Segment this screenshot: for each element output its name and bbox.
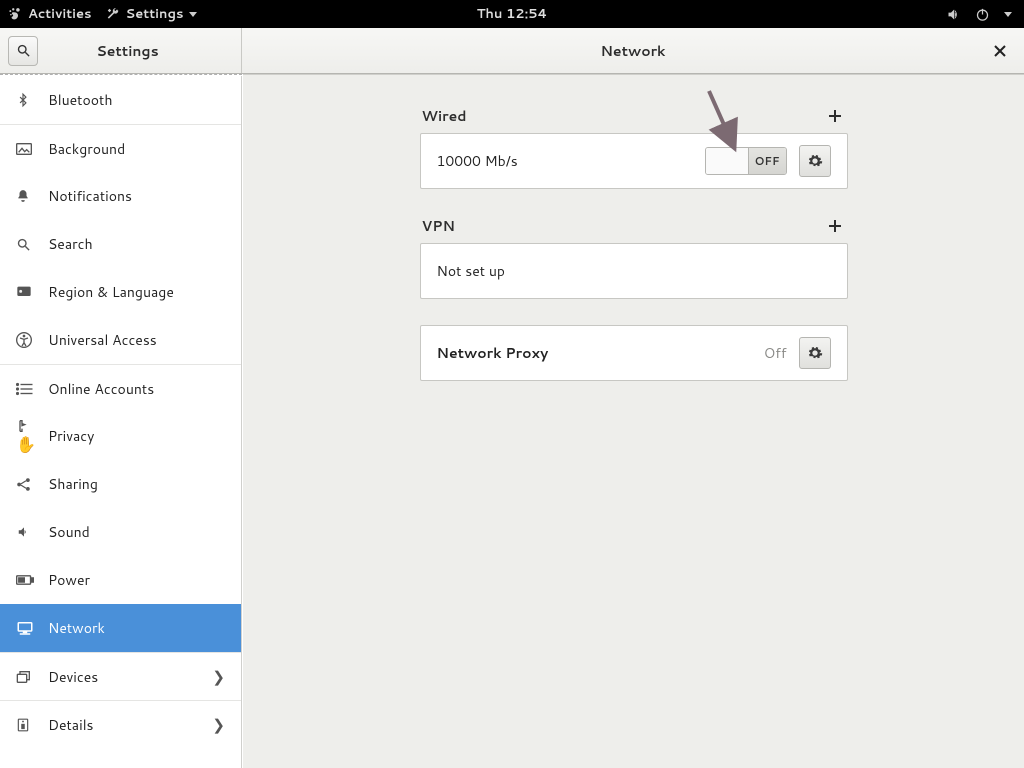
toggle-state: OFF bbox=[748, 148, 786, 174]
gnome-logo-icon bbox=[8, 7, 22, 21]
sidebar-title: Settings bbox=[46, 41, 241, 61]
wired-speed: 10000 Mb/s bbox=[437, 151, 705, 171]
universal-access-icon bbox=[16, 332, 34, 348]
wired-toggle[interactable]: OFF bbox=[705, 147, 787, 175]
header-bar: Settings Network bbox=[0, 28, 1024, 74]
bluetooth-icon bbox=[16, 92, 34, 108]
bell-icon bbox=[16, 188, 34, 204]
add-vpn-button[interactable] bbox=[824, 215, 846, 237]
volume-icon bbox=[946, 7, 961, 22]
sidebar-item-label: Network bbox=[48, 618, 105, 638]
sidebar-item-sharing[interactable]: Sharing bbox=[0, 460, 241, 508]
sidebar-item-sound[interactable]: Sound bbox=[0, 508, 241, 556]
proxy-label: Network Proxy bbox=[437, 343, 764, 363]
sidebar-item-online-accounts[interactable]: Online Accounts bbox=[0, 364, 241, 412]
sidebar-item-label: Region & Language bbox=[48, 282, 174, 302]
page-title: Network bbox=[600, 41, 665, 61]
activities-label: Activities bbox=[28, 5, 92, 23]
sidebar-item-network[interactable]: Network bbox=[0, 604, 241, 652]
vpn-status-row: Not set up bbox=[421, 244, 847, 298]
sidebar-item-bluetooth[interactable]: Bluetooth bbox=[0, 76, 241, 124]
sidebar-item-label: Sharing bbox=[48, 474, 98, 494]
sidebar-item-region-language[interactable]: Region & Language bbox=[0, 268, 241, 316]
sidebar-item-label: Notifications bbox=[48, 186, 132, 206]
background-icon bbox=[16, 143, 34, 155]
sidebar-item-label: Background bbox=[48, 139, 125, 159]
proxy-settings-button[interactable] bbox=[799, 337, 831, 369]
activities-button[interactable]: Activities bbox=[8, 5, 92, 23]
wired-heading: Wired bbox=[422, 106, 467, 126]
wired-connection-row: 10000 Mb/s OFF bbox=[421, 134, 847, 188]
wired-settings-button[interactable] bbox=[799, 145, 831, 177]
add-wired-button[interactable] bbox=[824, 105, 846, 127]
chevron-right-icon: ❯ bbox=[212, 714, 225, 735]
search-button[interactable] bbox=[8, 36, 38, 66]
details-icon bbox=[16, 717, 34, 733]
close-button[interactable] bbox=[988, 39, 1012, 63]
search-icon bbox=[16, 43, 31, 58]
system-status-area[interactable] bbox=[946, 7, 1024, 22]
app-menu[interactable]: Settings bbox=[106, 5, 198, 23]
sidebar-item-label: Bluetooth bbox=[48, 90, 112, 110]
privacy-icon: ✋ bbox=[16, 418, 34, 455]
share-icon bbox=[16, 477, 34, 492]
sidebar-item-power[interactable]: Power bbox=[0, 556, 241, 604]
power-icon bbox=[975, 7, 990, 22]
toggle-knob bbox=[706, 148, 748, 174]
battery-icon bbox=[16, 574, 34, 586]
cloud-icon bbox=[16, 382, 34, 396]
sidebar-item-notifications[interactable]: Notifications bbox=[0, 172, 241, 220]
sidebar-item-label: Universal Access bbox=[48, 330, 157, 350]
chevron-down-icon bbox=[189, 12, 197, 17]
sidebar-item-universal-access[interactable]: Universal Access bbox=[0, 316, 241, 364]
sidebar-item-label: Search bbox=[48, 234, 93, 254]
globe-icon bbox=[16, 285, 34, 299]
proxy-status: Off bbox=[764, 343, 787, 363]
vpn-frame: Not set up bbox=[420, 243, 848, 299]
chevron-right-icon: ❯ bbox=[212, 666, 225, 687]
sidebar-item-label: Devices bbox=[48, 667, 98, 687]
wrench-icon bbox=[106, 7, 120, 21]
plus-icon bbox=[828, 109, 842, 123]
close-icon bbox=[994, 45, 1006, 57]
vpn-heading: VPN bbox=[422, 216, 455, 236]
vpn-status: Not set up bbox=[437, 261, 831, 281]
sidebar-item-privacy[interactable]: ✋ Privacy bbox=[0, 412, 241, 460]
sidebar-item-search[interactable]: Search bbox=[0, 220, 241, 268]
network-icon bbox=[16, 621, 34, 635]
sidebar-item-label: Privacy bbox=[48, 426, 94, 446]
sidebar-item-label: Sound bbox=[48, 522, 90, 542]
sidebar-item-label: Details bbox=[48, 715, 94, 735]
plus-icon bbox=[828, 219, 842, 233]
sidebar-item-label: Power bbox=[48, 570, 90, 590]
proxy-row: Network Proxy Off bbox=[421, 326, 847, 380]
sound-icon bbox=[16, 525, 34, 539]
wired-section-header: Wired bbox=[422, 105, 846, 127]
chevron-down-icon bbox=[1004, 12, 1012, 17]
content-pane: Wired 10000 Mb/s OFF VPN bbox=[243, 74, 1024, 768]
devices-icon bbox=[16, 669, 34, 685]
sidebar-item-background[interactable]: Background bbox=[0, 124, 241, 172]
gear-icon bbox=[807, 153, 823, 169]
app-menu-label: Settings bbox=[126, 5, 184, 23]
panel-clock[interactable]: Thu 12:54 bbox=[477, 5, 548, 23]
gear-icon bbox=[807, 345, 823, 361]
top-panel: Activities Settings Thu 12:54 bbox=[0, 0, 1024, 28]
sidebar-item-devices[interactable]: Devices ❯ bbox=[0, 652, 241, 700]
search-icon bbox=[16, 237, 34, 252]
wired-frame: 10000 Mb/s OFF bbox=[420, 133, 848, 189]
proxy-frame: Network Proxy Off bbox=[420, 325, 848, 381]
sidebar-item-details[interactable]: Details ❯ bbox=[0, 700, 241, 748]
sidebar-item-label: Online Accounts bbox=[48, 379, 154, 399]
sidebar: Bluetooth Background Notifications Searc… bbox=[0, 76, 242, 768]
vpn-section-header: VPN bbox=[422, 215, 846, 237]
